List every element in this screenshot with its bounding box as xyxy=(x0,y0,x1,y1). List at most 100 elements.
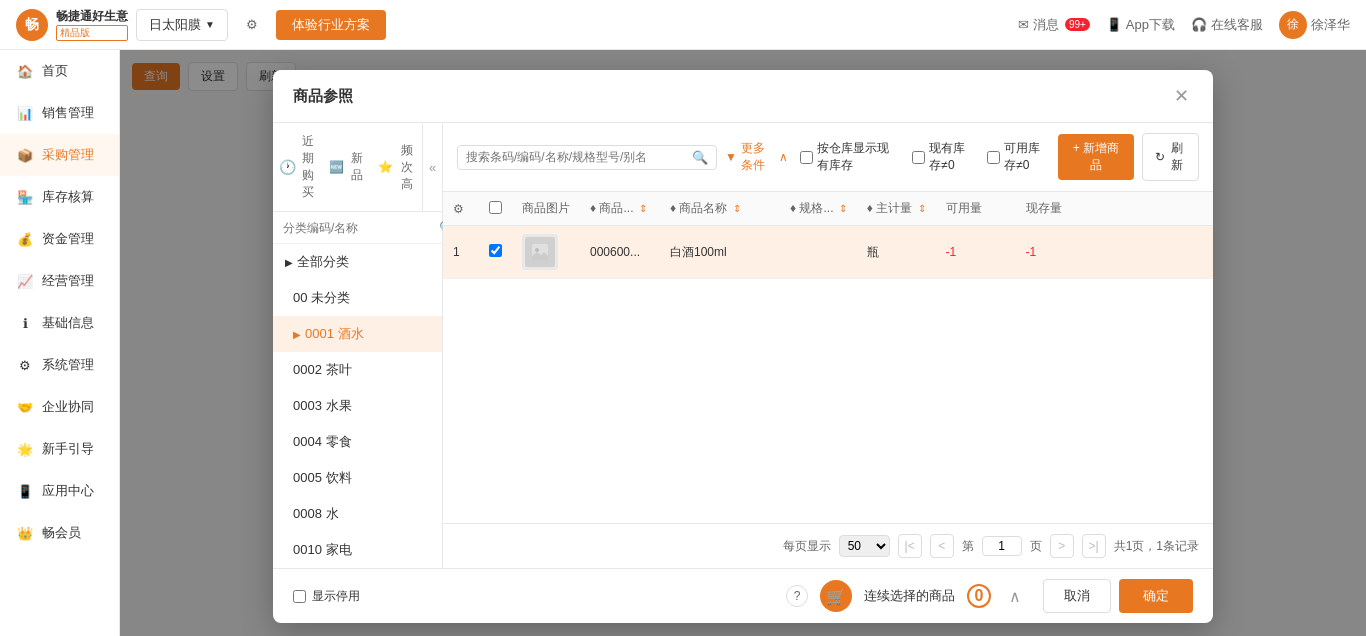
system-icon: ⚙ xyxy=(16,356,34,374)
sidebar-item-inventory[interactable]: 🏪 库存核算 xyxy=(0,176,119,218)
first-page-button[interactable]: |< xyxy=(898,534,922,558)
add-product-button[interactable]: + 新增商品 xyxy=(1058,134,1134,180)
sidebar-item-sales[interactable]: 📊 销售管理 xyxy=(0,92,119,134)
category-item-snack[interactable]: 0004 零食 xyxy=(273,424,442,460)
tab-high-frequency[interactable]: ⭐ 频次高 xyxy=(372,123,422,211)
sort-icon: ⇕ xyxy=(839,203,847,214)
cart-count-badge: 0 xyxy=(967,584,991,608)
category-search-input[interactable] xyxy=(283,221,433,235)
col-code[interactable]: ♦ 商品... ⇕ xyxy=(580,192,660,226)
mobile-icon: 📱 xyxy=(1106,17,1122,32)
refresh-button[interactable]: ↻ 刷新 xyxy=(1142,133,1199,181)
inventory-icon: 🏪 xyxy=(16,188,34,206)
nav-selector[interactable]: 日太阳膜 ▼ xyxy=(136,9,228,41)
sidebar-item-apps[interactable]: 📱 应用中心 xyxy=(0,470,119,512)
home-icon: 🏠 xyxy=(16,62,34,80)
checkbox-existing-stock[interactable]: 现有库存≠0 xyxy=(912,140,975,174)
sidebar-item-label: 畅会员 xyxy=(42,524,81,542)
svg-point-1 xyxy=(535,248,539,252)
sidebar-item-system[interactable]: ⚙ 系统管理 xyxy=(0,344,119,386)
sidebar-item-label: 资金管理 xyxy=(42,230,94,248)
message-nav-item[interactable]: ✉ 消息 99+ xyxy=(1018,16,1090,34)
category-item-water[interactable]: 0008 水 xyxy=(273,496,442,532)
checkbox-available-stock[interactable]: 可用库存≠0 xyxy=(987,140,1050,174)
category-item-fruit[interactable]: 0003 水果 xyxy=(273,388,442,424)
category-item-drink[interactable]: 0005 饮料 xyxy=(273,460,442,496)
search-icon[interactable]: 🔍 xyxy=(692,150,708,165)
user-nav-item[interactable]: 徐 徐泽华 xyxy=(1279,11,1350,39)
sidebar-item-cooperation[interactable]: 🤝 企业协同 xyxy=(0,386,119,428)
show-disabled-checkbox[interactable]: 显示停用 xyxy=(293,588,360,605)
top-nav: 畅 畅捷通好生意 精品版 日太阳膜 ▼ ⚙ 体验行业方案 ✉ 消息 99+ 📱 … xyxy=(0,0,1366,50)
sidebar-item-info[interactable]: ℹ 基础信息 xyxy=(0,302,119,344)
service-nav-item[interactable]: 🎧 在线客服 xyxy=(1191,16,1263,34)
product-search-input[interactable] xyxy=(466,150,686,164)
message-icon: ✉ xyxy=(1018,17,1029,32)
filter-icon: ▼ xyxy=(725,150,737,164)
cooperation-icon: 🤝 xyxy=(16,398,34,416)
col-name[interactable]: ♦ 商品名称 ⇕ xyxy=(660,192,780,226)
business-icon: 📈 xyxy=(16,272,34,290)
cancel-button[interactable]: 取消 xyxy=(1043,579,1111,613)
col-image: 商品图片 xyxy=(512,192,580,226)
content-area: 查询 设置 刷新 商品参照 ✕ xyxy=(120,50,1366,636)
sidebar-item-label: 系统管理 xyxy=(42,356,94,374)
help-icon[interactable]: ? xyxy=(786,585,808,607)
sidebar-item-member[interactable]: 👑 畅会员 xyxy=(0,512,119,554)
sidebar-item-purchase[interactable]: 📦 采购管理 xyxy=(0,134,119,176)
checkbox-warehouse[interactable]: 按仓库显示现有库存 xyxy=(800,140,900,174)
td-code: 000600... xyxy=(580,226,660,279)
modal-title: 商品参照 xyxy=(293,87,353,106)
col-current: 现存量 xyxy=(1016,192,1213,226)
app-download-nav-item[interactable]: 📱 App下载 xyxy=(1106,16,1175,34)
collapse-cart-button[interactable]: ∧ xyxy=(1003,584,1027,608)
cart-button[interactable]: 🛒 xyxy=(820,580,852,612)
sort-icon: ⇕ xyxy=(733,203,741,214)
sidebar-item-home[interactable]: 🏠 首页 xyxy=(0,50,119,92)
category-item-appliance[interactable]: 0010 家电 xyxy=(273,532,442,568)
prev-page-button[interactable]: < xyxy=(930,534,954,558)
sidebar-item-finance[interactable]: 💰 资金管理 xyxy=(0,218,119,260)
col-spec[interactable]: ♦ 规格... ⇕ xyxy=(780,192,857,226)
logo-area: 畅 畅捷通好生意 精品版 xyxy=(16,8,136,41)
category-collapse-button[interactable]: « xyxy=(422,123,442,211)
experience-button[interactable]: 体验行业方案 xyxy=(276,10,386,40)
product-table: ⚙ 商品图片 ♦ 商品... ⇕ xyxy=(443,192,1213,523)
tab-recent-purchase[interactable]: 🕐 近期购买 xyxy=(273,123,323,211)
apps-icon: 📱 xyxy=(16,482,34,500)
col-settings[interactable]: ⚙ xyxy=(443,192,479,226)
sidebar-item-guide[interactable]: 🌟 新手引导 xyxy=(0,428,119,470)
category-item-all[interactable]: ▶全部分类 xyxy=(273,244,442,280)
more-filter-button[interactable]: ▼ 更多条件 ∧ xyxy=(725,140,788,174)
logo-text: 畅捷通好生意 精品版 xyxy=(56,8,128,41)
category-item-uncategorized[interactable]: 00 未分类 xyxy=(273,280,442,316)
star-icon: ⭐ xyxy=(378,160,393,174)
confirm-button[interactable]: 确定 xyxy=(1119,579,1193,613)
tab-new-products[interactable]: 🆕 新品 xyxy=(323,123,373,211)
modal-close-button[interactable]: ✕ xyxy=(1169,84,1193,108)
sidebar-item-label: 采购管理 xyxy=(42,146,94,164)
sidebar: 🏠 首页 📊 销售管理 📦 采购管理 🏪 库存核算 💰 资金管理 📈 经营管理 … xyxy=(0,50,120,636)
td-spec xyxy=(780,226,857,279)
row-select-checkbox[interactable] xyxy=(489,244,502,257)
td-current: -1 xyxy=(1016,226,1213,279)
settings-icon[interactable]: ⚙ xyxy=(236,9,268,41)
avatar: 徐 xyxy=(1279,11,1307,39)
search-toolbar: 🔍 ▼ 更多条件 ∧ 按仓库显示现有库存 xyxy=(443,123,1213,192)
next-page-button[interactable]: > xyxy=(1050,534,1074,558)
footer-cart-area: ? 🛒 连续选择的商品 0 ∧ xyxy=(786,580,1027,612)
last-page-button[interactable]: >| xyxy=(1082,534,1106,558)
category-item-liquor[interactable]: ▶0001 酒水 xyxy=(273,316,442,352)
sidebar-item-business[interactable]: 📈 经营管理 xyxy=(0,260,119,302)
per-page-select[interactable]: 50 100 200 xyxy=(839,535,890,557)
col-unit[interactable]: ♦ 主计量 ⇕ xyxy=(857,192,936,226)
category-item-tea[interactable]: 0002 茶叶 xyxy=(273,352,442,388)
select-all-checkbox[interactable] xyxy=(489,201,502,214)
member-icon: 👑 xyxy=(16,524,34,542)
td-unit: 瓶 xyxy=(857,226,936,279)
table-row[interactable]: 1 xyxy=(443,226,1213,279)
purchase-icon: 📦 xyxy=(16,146,34,164)
sidebar-item-label: 经营管理 xyxy=(42,272,94,290)
sidebar-item-label: 基础信息 xyxy=(42,314,94,332)
page-number-input[interactable] xyxy=(982,536,1022,556)
